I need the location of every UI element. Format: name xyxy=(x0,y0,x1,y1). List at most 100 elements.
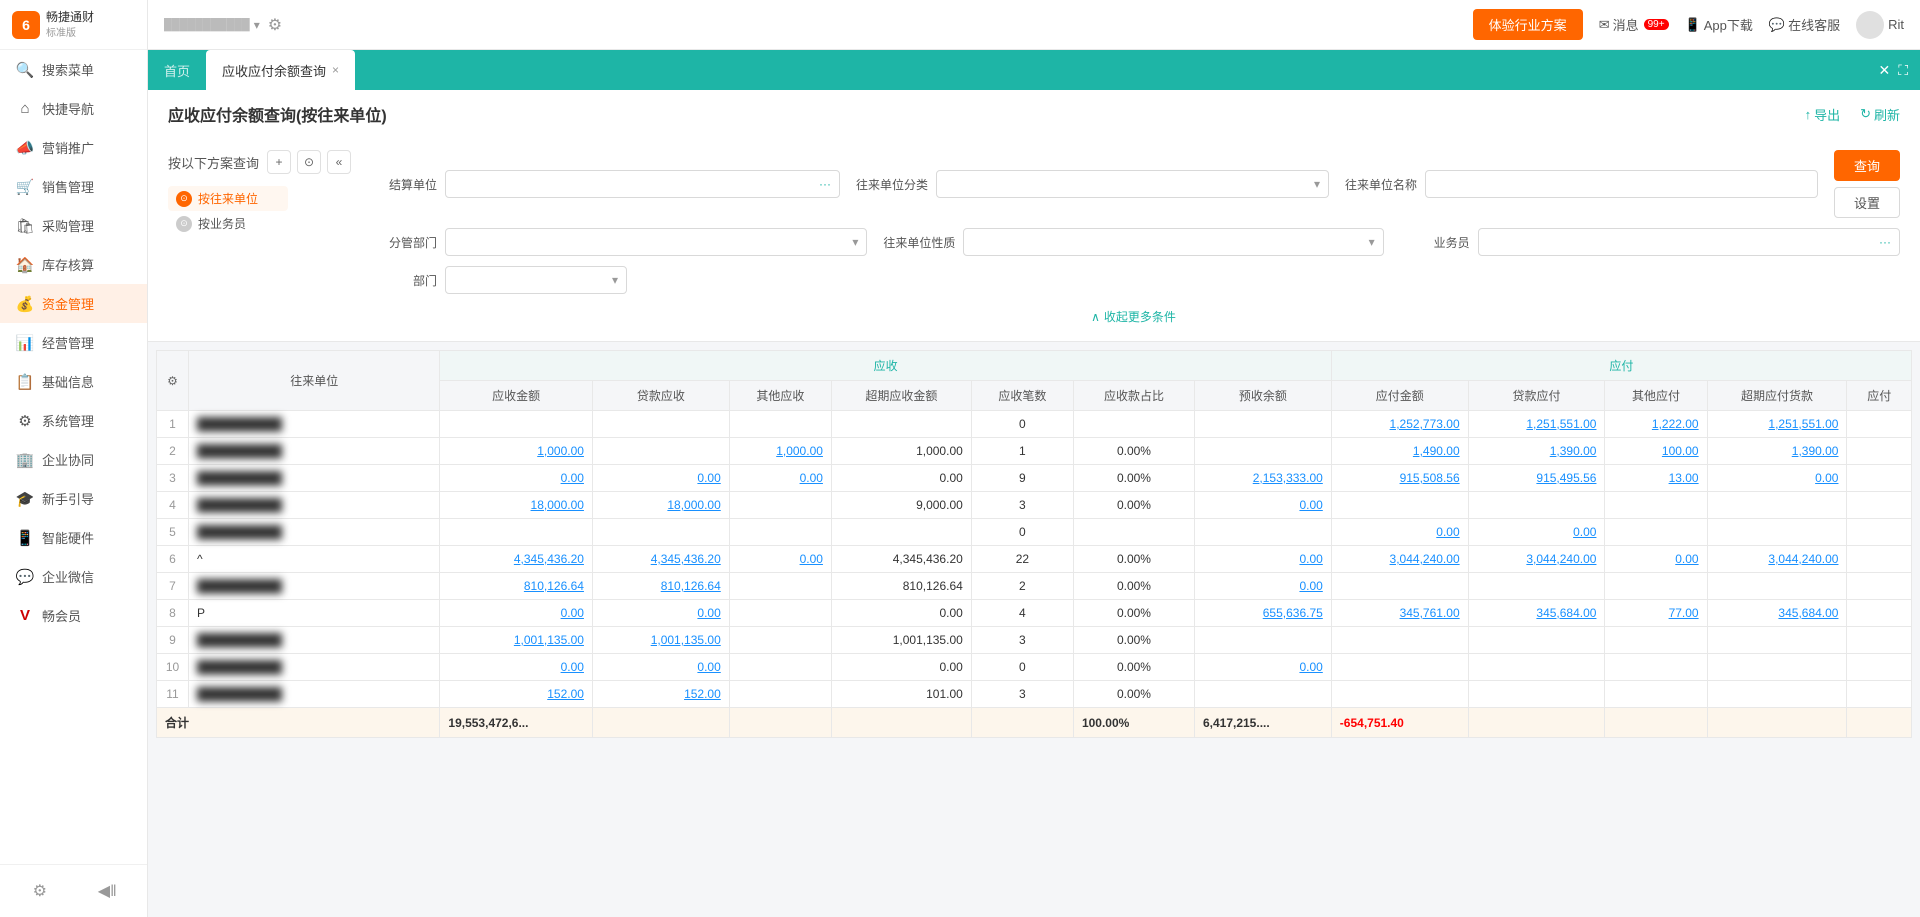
dept-label: 部门 xyxy=(367,272,437,289)
sidebar-item-hardware[interactable]: 📱 智能硬件 xyxy=(0,518,147,557)
finance-icon: 💰 xyxy=(16,295,34,313)
download-icon: 📱 xyxy=(1685,17,1701,33)
query-by-salesperson-button[interactable]: ⊙ 按业务员 xyxy=(168,211,288,236)
solution-button[interactable]: 体验行业方案 xyxy=(1473,9,1583,40)
message-icon: ✉ xyxy=(1599,17,1610,33)
sidebar-settings-button[interactable]: ⚙ xyxy=(10,875,70,907)
app-download-btn[interactable]: 📱 App下载 xyxy=(1685,15,1753,34)
table-row: 8P0.000.000.0040.00%655,636.75345,761.00… xyxy=(157,600,1912,627)
filter-area: 按以下方案查询 + ⊙ « ⊙ 按往来单位 xyxy=(148,138,1920,342)
sidebar: 6 畅捷通财 标准版 🔍 搜索菜单 ⌂ 快捷导航 📣 营销推广 🛒 销售管理 xyxy=(0,0,148,917)
dept-select[interactable]: ▾ xyxy=(445,266,627,294)
table-row: 7██████████810,126.64810,126.64810,126.6… xyxy=(157,573,1912,600)
table-settings-icon[interactable]: ⚙ xyxy=(165,374,180,388)
table-area: ⚙ 往来单位 应收 应付 应收金额 贷款应收 其他应收 超期应收金额 应收笔数 xyxy=(148,342,1920,917)
sidebar-item-base[interactable]: 📋 基础信息 xyxy=(0,362,147,401)
table-row: 10██████████0.000.000.0000.00%0.00 xyxy=(157,654,1912,681)
online-service-btn[interactable]: 💬 在线客服 xyxy=(1769,15,1840,34)
sidebar-item-guide[interactable]: 🎓 新手引导 xyxy=(0,479,147,518)
add-filter-button[interactable]: + xyxy=(267,150,291,174)
corp-icon: 🏢 xyxy=(16,451,34,469)
main-content: ███████████ ▾ ⚙ 体验行业方案 ✉ 消息 99+ 📱 App下载 xyxy=(148,0,1920,917)
collapse-more-button[interactable]: ∧ 收起更多条件 xyxy=(367,304,1900,329)
sidebar-item-label: 销售管理 xyxy=(42,177,94,196)
inventory-icon: 🏠 xyxy=(16,256,34,274)
sidebar-item-inventory[interactable]: 🏠 库存核算 xyxy=(0,245,147,284)
salesperson-input[interactable]: ··· xyxy=(1478,228,1900,256)
close-window-icon[interactable]: ✕ xyxy=(1878,62,1890,79)
query-by-partner-button[interactable]: ⊙ 按往来单位 xyxy=(168,186,288,211)
col-overdue-recv: 超期应收金额 xyxy=(831,381,971,411)
dept-manager-select[interactable]: ▾ xyxy=(445,228,867,256)
sidebar-item-member[interactable]: V 畅会员 xyxy=(0,596,147,635)
sidebar-item-quick[interactable]: ⌂ 快捷导航 xyxy=(0,89,147,128)
sidebar-item-label: 采购管理 xyxy=(42,216,94,235)
sidebar-item-label: 经营管理 xyxy=(42,333,94,352)
page-title: 应收应付余额查询(按往来单位) xyxy=(168,102,387,138)
wechat-icon: 💬 xyxy=(16,568,34,586)
dept-manager-group: 分管部门 ▾ xyxy=(367,228,867,256)
dept-group: 部门 ▾ xyxy=(367,266,627,294)
tab-close-icon[interactable]: × xyxy=(332,63,339,77)
unit-nature-select[interactable]: ▾ xyxy=(963,228,1383,256)
tab-bar: 首页 应收应付余额查询 × ✕ ⛶ xyxy=(148,50,1920,90)
col-partner-header: 往来单位 xyxy=(189,351,440,411)
col-prepaid: 预收余额 xyxy=(1194,381,1331,411)
sidebar-item-search[interactable]: 🔍 搜索菜单 xyxy=(0,50,147,89)
message-label: 消息 xyxy=(1613,15,1639,34)
settlement-unit-input[interactable]: ··· xyxy=(445,170,840,198)
sidebar-item-wechat[interactable]: 💬 企业微信 xyxy=(0,557,147,596)
tab-receivable-query[interactable]: 应收应付余额查询 × xyxy=(206,50,355,90)
filter-row-1: 结算单位 ··· 往来单位分类 ▾ xyxy=(367,150,1900,218)
message-btn[interactable]: ✉ 消息 99+ xyxy=(1599,15,1669,34)
dept-manager-label: 分管部门 xyxy=(367,234,437,251)
filter-icons: + ⊙ « xyxy=(267,150,351,174)
unit-category-label: 往来单位分类 xyxy=(856,176,928,193)
service-icon: 💬 xyxy=(1769,17,1785,33)
sidebar-item-sales[interactable]: 🛒 销售管理 xyxy=(0,167,147,206)
settlement-unit-group: 结算单位 ··· xyxy=(367,170,840,198)
unit-name-group: 往来单位名称 xyxy=(1345,170,1818,198)
sidebar-item-corp[interactable]: 🏢 企业协同 xyxy=(0,440,147,479)
home-icon: ⌂ xyxy=(16,100,34,118)
sidebar-item-purchase[interactable]: 🛍 采购管理 xyxy=(0,206,147,245)
page-content: 应收应付余额查询(按往来单位) ↑ 导出 ↻ 刷新 xyxy=(148,90,1920,917)
query-button[interactable]: 查询 xyxy=(1834,150,1900,181)
table-row: 2██████████1,000.001,000.001,000.0010.00… xyxy=(157,438,1912,465)
fullscreen-icon[interactable]: ⛶ xyxy=(1898,62,1908,79)
collapse-filter-button[interactable]: « xyxy=(327,150,351,174)
sidebar-item-operation[interactable]: 📊 经营管理 xyxy=(0,323,147,362)
settings-filter-button[interactable]: ⊙ xyxy=(297,150,321,174)
refresh-button[interactable]: ↻ 刷新 xyxy=(1860,105,1900,124)
sales-icon: 🛒 xyxy=(16,178,34,196)
settings-icon-btn[interactable]: ⚙ xyxy=(268,15,282,35)
table-row: 4██████████18,000.0018,000.009,000.0030.… xyxy=(157,492,1912,519)
sidebar-item-label: 库存核算 xyxy=(42,255,94,274)
breadcrumb-select[interactable]: ███████████ ▾ xyxy=(164,18,260,32)
table-row: 5██████████00.000.00 xyxy=(157,519,1912,546)
filter-top: 按以下方案查询 + ⊙ « xyxy=(168,150,351,174)
setting-button[interactable]: 设置 xyxy=(1834,187,1900,218)
col-settings-header[interactable]: ⚙ xyxy=(157,351,189,411)
sidebar-item-label: 系统管理 xyxy=(42,411,94,430)
logo-name: 畅捷通财 xyxy=(46,10,94,24)
sidebar-item-label: 搜索菜单 xyxy=(42,60,94,79)
user-avatar[interactable]: Rit xyxy=(1856,11,1904,39)
unit-category-select[interactable]: ▾ xyxy=(936,170,1329,198)
export-button[interactable]: ↑ 导出 xyxy=(1805,105,1841,124)
sidebar-item-marketing[interactable]: 📣 营销推广 xyxy=(0,128,147,167)
footer-pay-total: -654,751.40 xyxy=(1331,708,1468,738)
table-row: 3██████████0.000.000.000.0090.00%2,153,3… xyxy=(157,465,1912,492)
footer-label: 合计 xyxy=(157,708,440,738)
settlement-unit-label: 结算单位 xyxy=(367,176,437,193)
table-footer-row: 合计 19,553,472,6... 100.00% 6,417,215....… xyxy=(157,708,1912,738)
tab-home[interactable]: 首页 xyxy=(148,50,206,90)
col-recv-ratio: 应收款占比 xyxy=(1073,381,1194,411)
filter-fields: 结算单位 ··· 往来单位分类 ▾ xyxy=(367,150,1900,329)
sidebar-item-system[interactable]: ⚙ 系统管理 xyxy=(0,401,147,440)
sidebar-collapse-button[interactable]: ◀‖ xyxy=(78,875,138,907)
sidebar-item-finance[interactable]: 💰 资金管理 xyxy=(0,284,147,323)
purchase-icon: 🛍 xyxy=(16,217,34,235)
logo-icon: 6 xyxy=(12,11,40,39)
unit-name-input[interactable] xyxy=(1425,170,1818,198)
